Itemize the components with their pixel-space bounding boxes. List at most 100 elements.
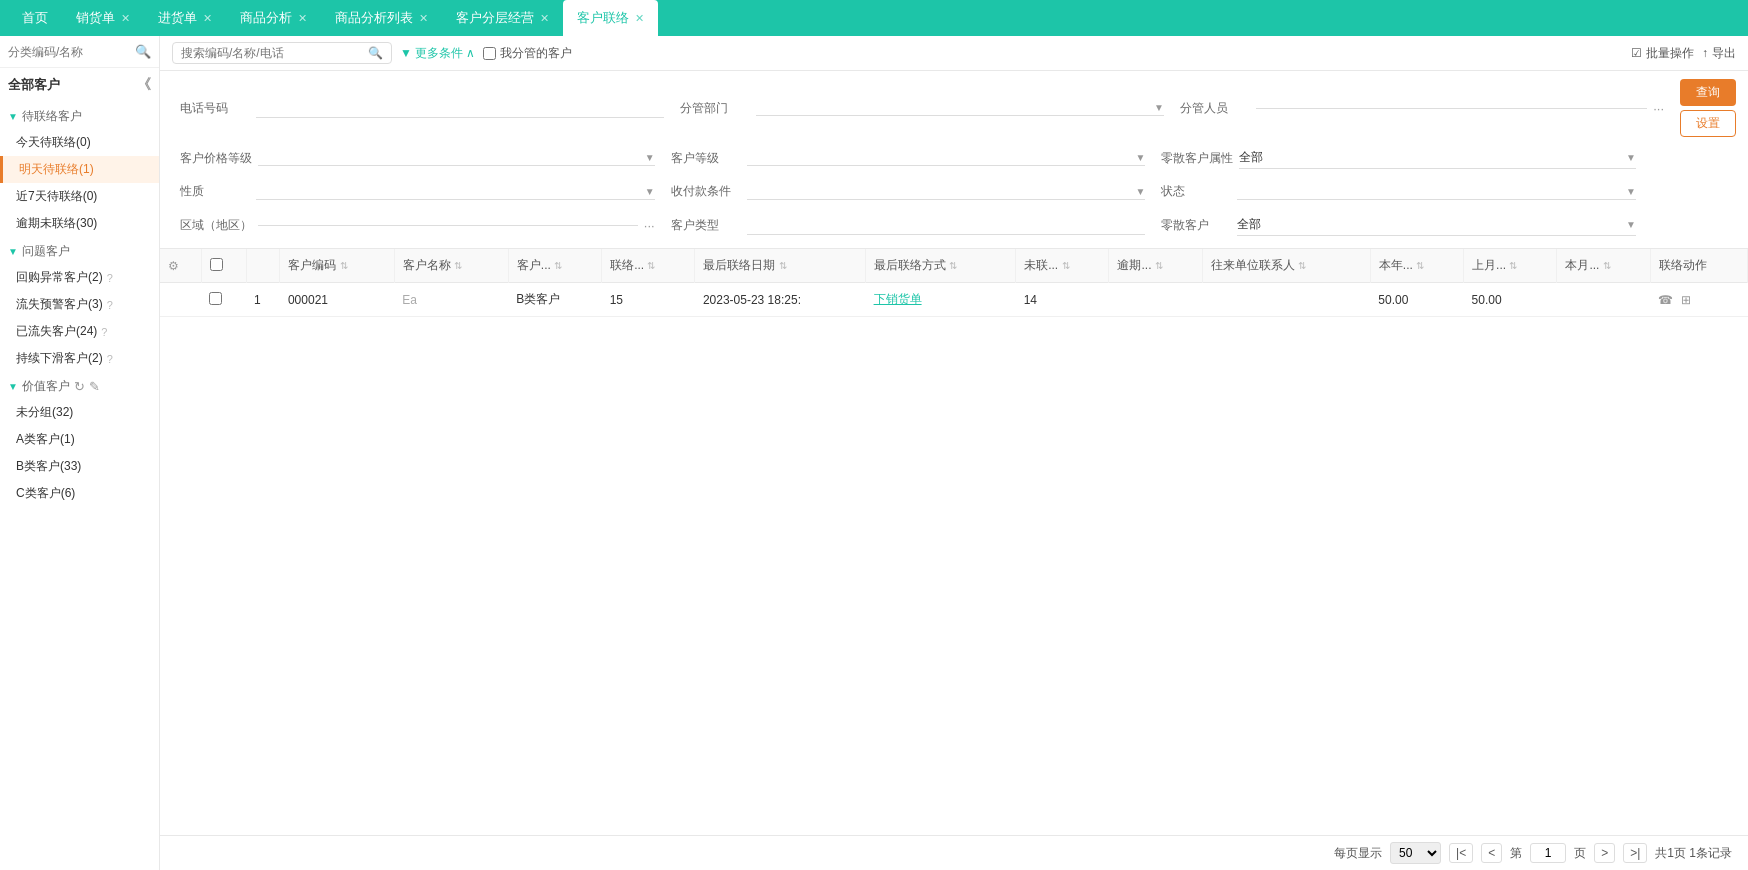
per-page-select[interactable]: 50 10 20 100: [1390, 842, 1441, 864]
filter-customer-type-input[interactable]: [747, 216, 1146, 235]
filter-price-level-label: 客户价格等级: [180, 150, 252, 167]
sidebar-item-7days[interactable]: 近7天待联络(0): [0, 183, 159, 210]
edit-icon[interactable]: ✎: [89, 379, 100, 394]
nav-sales-order[interactable]: 销货单 ✕: [62, 0, 144, 36]
first-page-btn[interactable]: |<: [1449, 843, 1473, 863]
close-product-analysis-icon[interactable]: ✕: [298, 12, 307, 25]
row-this-month: [1557, 283, 1650, 317]
last-page-btn[interactable]: >|: [1623, 843, 1647, 863]
close-product-analysis-list-icon[interactable]: ✕: [419, 12, 428, 25]
filter-status: 状态 ▼: [1153, 179, 1644, 204]
filter-retail-customer-label: 零散客户: [1161, 217, 1231, 234]
manager-dots-icon[interactable]: ···: [1653, 101, 1664, 116]
filter-customer-level-select[interactable]: ▼: [747, 150, 1146, 166]
sidebar-item-class-b[interactable]: B类客户(33): [0, 453, 159, 480]
nav-product-analysis[interactable]: 商品分析 ✕: [226, 0, 321, 36]
sidebar: 🔍 全部客户 《 ▼ 待联络客户 今天待联络(0) 明天待联络(1) 近7天待联…: [0, 36, 160, 870]
customer-level-arrow-icon: ▼: [1135, 152, 1145, 163]
filter-payment: 收付款条件 ▼: [663, 179, 1154, 204]
last-contact-method-link[interactable]: 下销货单: [874, 292, 922, 306]
sidebar-item-overdue[interactable]: 逾期未联络(30): [0, 210, 159, 237]
filter-dept-select[interactable]: ▼: [756, 100, 1164, 116]
filter-retail-attr-select[interactable]: 全部 ▼: [1239, 147, 1636, 169]
sort-code-icon: ⇅: [340, 260, 348, 271]
filter-region: 区域（地区） ···: [172, 213, 663, 238]
close-sales-order-icon[interactable]: ✕: [121, 12, 130, 25]
region-dots-icon[interactable]: ···: [644, 218, 655, 233]
filter-phone-input[interactable]: [256, 99, 664, 118]
batch-op-btn[interactable]: ☑ 批量操作: [1631, 45, 1694, 62]
filter-retail-customer-select[interactable]: 全部 ▼: [1237, 214, 1636, 236]
sidebar-item-repurchase-abnormal[interactable]: 回购异常客户(2) ?: [0, 264, 159, 291]
sidebar-item-class-c[interactable]: C类客户(6): [0, 480, 159, 507]
group-problem-customers[interactable]: ▼ 问题客户: [0, 237, 159, 264]
sort-level-icon: ⇅: [554, 260, 562, 271]
table-row: 1 000021 Ea B类客户 15 2023-05-23 18:25: 下销…: [160, 283, 1748, 317]
status-arrow-icon: ▼: [1626, 186, 1636, 197]
row-customer-name: Ea: [394, 283, 508, 317]
retail-customer-arrow-icon: ▼: [1626, 219, 1636, 230]
query-button[interactable]: 查询: [1680, 79, 1736, 106]
sidebar-item-class-a[interactable]: A类客户(1): [0, 426, 159, 453]
refresh-icon[interactable]: ↻: [74, 379, 85, 394]
per-page-label: 每页显示: [1334, 845, 1382, 862]
dept-arrow-icon: ▼: [1154, 102, 1164, 113]
all-customers-header[interactable]: 全部客户 《: [0, 68, 159, 102]
close-purchase-order-icon[interactable]: ✕: [203, 12, 212, 25]
help-icon-4: ?: [107, 353, 113, 365]
nav-customer-tier[interactable]: 客户分层经营 ✕: [442, 0, 563, 36]
filter-price-level: 客户价格等级 ▼: [172, 146, 663, 171]
sidebar-search-icon[interactable]: 🔍: [135, 44, 151, 59]
page-number-input[interactable]: [1530, 843, 1566, 863]
nav-purchase-order[interactable]: 进货单 ✕: [144, 0, 226, 36]
content-area: 🔍 ▼ 更多条件 ∧ 我分管的客户 ☑ 批量操作 ↑ 导出: [160, 36, 1748, 870]
sort-date-icon: ⇅: [779, 260, 787, 271]
col-gear: ⚙: [160, 249, 201, 283]
filter-nature-select[interactable]: ▼: [256, 184, 655, 200]
search-input[interactable]: [181, 46, 368, 60]
setting-button[interactable]: 设置: [1680, 110, 1736, 137]
sort-unit-icon: ⇅: [1298, 260, 1306, 271]
sidebar-item-today[interactable]: 今天待联络(0): [0, 129, 159, 156]
action-phone-icon[interactable]: ☎: [1658, 293, 1673, 307]
group-pending-contact[interactable]: ▼ 待联络客户: [0, 102, 159, 129]
next-page-btn[interactable]: >: [1594, 843, 1615, 863]
group-value-customers[interactable]: ▼ 价值客户 ↻ ✎: [0, 372, 159, 399]
filter-customer-level: 客户等级 ▼: [663, 146, 1154, 171]
my-customers-checkbox-label[interactable]: 我分管的客户: [483, 45, 572, 62]
filter-status-select[interactable]: ▼: [1237, 184, 1636, 200]
sidebar-item-lost-risk[interactable]: 流失预警客户(3) ?: [0, 291, 159, 318]
sidebar-item-tomorrow[interactable]: 明天待联络(1): [0, 156, 159, 183]
filter-payment-select[interactable]: ▼: [747, 184, 1146, 200]
filter-row-4: 区域（地区） ··· 客户类型 零散客户 全部 ▼: [172, 210, 1736, 240]
action-grid-icon[interactable]: ⊞: [1681, 293, 1691, 307]
filter-retail-attr-label: 零散客户属性: [1161, 150, 1233, 167]
prev-page-btn[interactable]: <: [1481, 843, 1502, 863]
chevron-icon: ∧: [466, 46, 475, 60]
col-last-month: 上月... ⇅: [1464, 249, 1557, 283]
close-customer-contact-icon[interactable]: ✕: [635, 12, 644, 25]
select-all-checkbox[interactable]: [210, 258, 223, 271]
sort-contact-icon: ⇅: [647, 260, 655, 271]
sidebar-item-continuous-decline[interactable]: 持续下滑客户(2) ?: [0, 345, 159, 372]
export-btn[interactable]: ↑ 导出: [1702, 45, 1736, 62]
help-icon-1: ?: [107, 272, 113, 284]
search-icon[interactable]: 🔍: [368, 46, 383, 60]
my-customers-checkbox[interactable]: [483, 47, 496, 60]
nav-product-analysis-list[interactable]: 商品分析列表 ✕: [321, 0, 442, 36]
more-conditions-btn[interactable]: ▼ 更多条件 ∧: [400, 45, 475, 62]
filter-row-3: 性质 ▼ 收付款条件 ▼ 状态: [172, 179, 1736, 204]
row-overdue: [1109, 283, 1202, 317]
payment-arrow-icon: ▼: [1135, 186, 1145, 197]
sidebar-item-lost[interactable]: 已流失客户(24) ?: [0, 318, 159, 345]
row-select-checkbox[interactable]: [209, 292, 222, 305]
nav-home[interactable]: 首页: [8, 0, 62, 36]
nav-customer-contact[interactable]: 客户联络 ✕: [563, 0, 658, 36]
col-customer-level: 客户... ⇅: [508, 249, 601, 283]
col-last-contact-method: 最后联络方式 ⇅: [866, 249, 1016, 283]
sidebar-search-input[interactable]: [8, 45, 135, 59]
close-customer-tier-icon[interactable]: ✕: [540, 12, 549, 25]
page-label: 第: [1510, 845, 1522, 862]
filter-price-level-select[interactable]: ▼: [258, 150, 655, 166]
sidebar-item-ungrouped[interactable]: 未分组(32): [0, 399, 159, 426]
